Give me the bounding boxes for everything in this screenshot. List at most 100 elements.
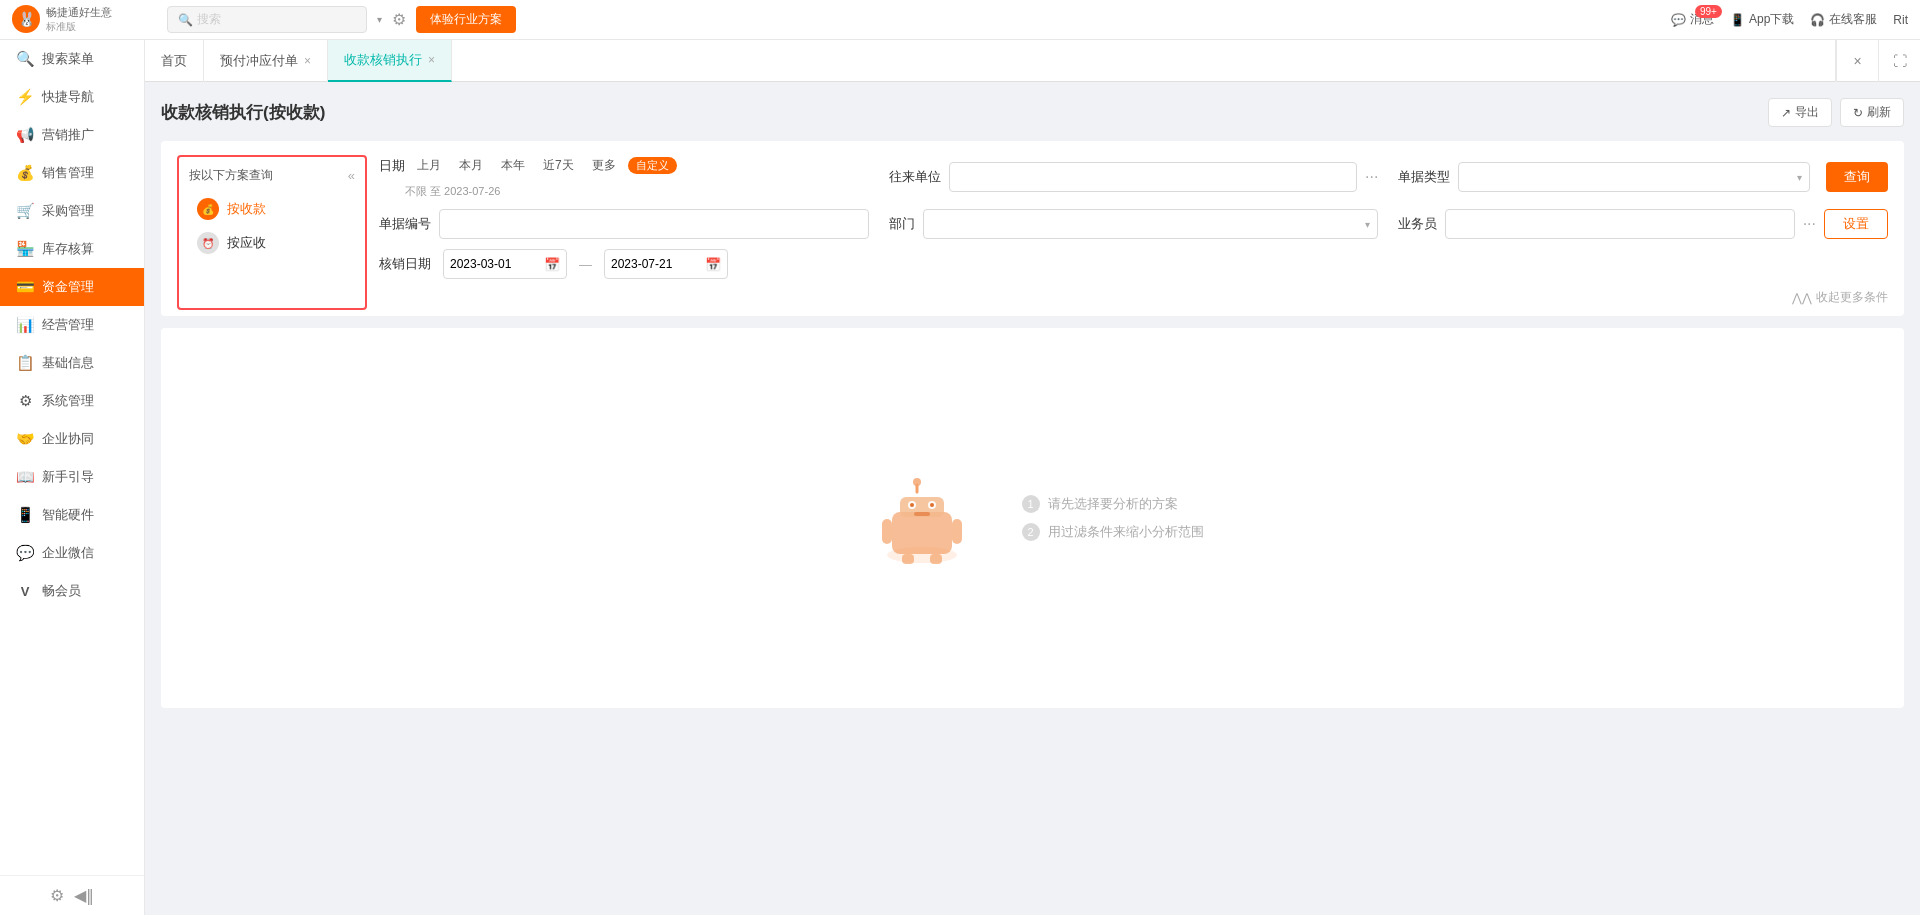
logo-icon: 🐰 [12,5,40,33]
export-button[interactable]: ↗ 导出 [1768,98,1832,127]
sidebar-item-enterprise[interactable]: 🤝 企业协同 [0,420,144,458]
filter-dept-cell: 部门 ▾ [889,209,1379,239]
collapse-icon: ⋀⋀ [1792,291,1812,305]
topbar-search-box[interactable]: 🔍 搜索 [167,6,367,33]
tab-home[interactable]: 首页 [145,40,204,82]
sidebar-item-hardware[interactable]: 📱 智能硬件 [0,496,144,534]
svg-rect-9 [952,519,962,544]
system-icon: ⚙ [16,392,34,410]
by-receipt-icon: 💰 [197,198,219,220]
date-btn-last-month[interactable]: 上月 [411,155,447,176]
date-range-separator: — [579,257,592,272]
doctype-select[interactable] [1458,162,1810,192]
scheme-header: 按以下方案查询 « [189,167,355,184]
date-btn-more[interactable]: 更多 [586,155,622,176]
solution-button[interactable]: 体验行业方案 [416,6,516,33]
staff-dots-icon[interactable]: ··· [1803,215,1816,233]
sidebar-item-system[interactable]: ⚙ 系统管理 [0,382,144,420]
sidebar-item-wechat[interactable]: 💬 企业微信 [0,534,144,572]
svg-point-13 [913,478,921,486]
topbar: 🐰 畅捷通好生意 标准版 🔍 搜索 ▾ ⚙ 体验行业方案 💬 消息 99+ 📱 … [0,0,1920,40]
logo-text-area: 畅捷通好生意 标准版 [46,5,112,33]
tip2-text: 用过滤条件来缩小分析范围 [1048,523,1204,541]
logo-text: 畅捷通好生意 [46,5,112,19]
finance-icon: 💳 [16,278,34,296]
date-btn-this-month[interactable]: 本月 [453,155,489,176]
date-btn-7days[interactable]: 近7天 [537,155,580,176]
sidebar-item-operation[interactable]: 📊 经营管理 [0,306,144,344]
counterpart-input[interactable] [949,162,1357,192]
sidebar-item-sales[interactable]: 💰 销售管理 [0,154,144,192]
date-row: 日期 上月 本月 本年 近7天 更多 自定义 [379,155,677,176]
sidebar-item-member[interactable]: V 畅会员 [0,572,144,610]
filter-docno-cell: 单据编号 [379,209,869,239]
collapse-more-button[interactable]: ⋀⋀ 收起更多条件 [1792,289,1888,306]
svg-rect-1 [892,512,952,554]
date-btn-this-year[interactable]: 本年 [495,155,531,176]
app-download-button[interactable]: 📱 App下载 [1730,11,1794,28]
sidebar-item-finance[interactable]: 💳 资金管理 [0,268,144,306]
svg-point-5 [910,503,914,507]
filter-panel: 按以下方案查询 « 💰 按收款 ⏰ 按应收 [161,141,1904,316]
message-button[interactable]: 💬 消息 99+ [1671,11,1714,28]
page-header: 收款核销执行(按收款) ↗ 导出 ↻ 刷新 [161,98,1904,127]
inventory-icon: 🏪 [16,240,34,258]
tab-prepay-close[interactable]: × [304,54,311,68]
sidebar-item-marketing[interactable]: 📢 营销推广 [0,116,144,154]
dept-select[interactable] [923,209,1379,239]
message-icon: 💬 [1671,13,1686,27]
counterpart-dots-icon[interactable]: ··· [1365,168,1378,186]
topbar-gear-icon[interactable]: ⚙ [392,10,406,29]
scheme-collapse-icon[interactable]: « [348,168,355,183]
setting-button[interactable]: 设置 [1824,209,1888,239]
verify-date-start-input[interactable] [450,257,540,271]
search-placeholder-text: 搜索 [197,11,221,28]
verify-date-end-input[interactable] [611,257,701,271]
sidebar: 🔍 搜索菜单 ⚡ 快捷导航 📢 营销推广 💰 销售管理 🛒 采购管理 🏪 库存核… [0,40,145,915]
sidebar-item-search[interactable]: 🔍 搜索菜单 [0,40,144,78]
topbar-dropdown-icon[interactable]: ▾ [377,14,382,25]
filter-option-by-receipt[interactable]: 💰 按收款 [189,192,355,226]
tab-receipts-close[interactable]: × [428,53,435,67]
doctype-label: 单据类型 [1398,168,1450,186]
staff-label: 业务员 [1398,215,1437,233]
filter-counterpart-cell: 往来单位 ··· [889,155,1379,199]
query-button[interactable]: 查询 [1826,162,1888,192]
marketing-icon: 📢 [16,126,34,144]
empty-illustration [862,467,982,570]
sidebar-collapse-icon[interactable]: ◀‖ [74,886,94,905]
sidebar-item-inventory[interactable]: 🏪 库存核算 [0,230,144,268]
doctype-select-wrapper: ▾ [1458,162,1810,192]
dept-select-wrapper: ▾ [923,209,1379,239]
message-badge: 99+ [1695,5,1722,18]
page-actions: ↗ 导出 ↻ 刷新 [1768,98,1904,127]
basic-info-icon: 📋 [16,354,34,372]
refresh-button[interactable]: ↻ 刷新 [1840,98,1904,127]
calendar-start-icon[interactable]: 📅 [544,257,560,272]
tabs-bar: 首页 预付冲应付单 × 收款核销执行 × × ⛶ [145,40,1920,82]
date-custom-badge[interactable]: 自定义 [628,157,677,174]
staff-input[interactable] [1445,209,1794,239]
filter-staff-cell: 业务员 ··· 设置 [1398,209,1888,239]
tab-close-button[interactable]: × [1836,40,1878,82]
sidebar-item-guide[interactable]: 📖 新手引导 [0,458,144,496]
wechat-icon: 💬 [16,544,34,562]
member-icon: V [16,584,34,599]
tip2-number: 2 [1022,523,1040,541]
user-profile[interactable]: Rit [1893,13,1908,27]
sidebar-item-quick-nav[interactable]: ⚡ 快捷导航 [0,78,144,116]
sidebar-item-basic-info[interactable]: 📋 基础信息 [0,344,144,382]
filter-option-by-payable[interactable]: ⏰ 按应收 [189,226,355,260]
calendar-end-icon[interactable]: 📅 [705,257,721,272]
content-area: 首页 预付冲应付单 × 收款核销执行 × × ⛶ 收款核销执行(按收款) ↗ [145,40,1920,915]
tip1-number: 1 [1022,495,1040,513]
quick-nav-icon: ⚡ [16,88,34,106]
docno-input[interactable] [439,209,869,239]
tab-prepay[interactable]: 预付冲应付单 × [204,40,328,82]
tab-receipts-offset[interactable]: 收款核销执行 × [328,40,452,82]
sidebar-item-purchase[interactable]: 🛒 采购管理 [0,192,144,230]
logo-sub: 标准版 [46,20,112,34]
tab-expand-button[interactable]: ⛶ [1878,40,1920,82]
online-service-button[interactable]: 🎧 在线客服 [1810,11,1877,28]
sidebar-gear-icon[interactable]: ⚙ [50,886,64,905]
